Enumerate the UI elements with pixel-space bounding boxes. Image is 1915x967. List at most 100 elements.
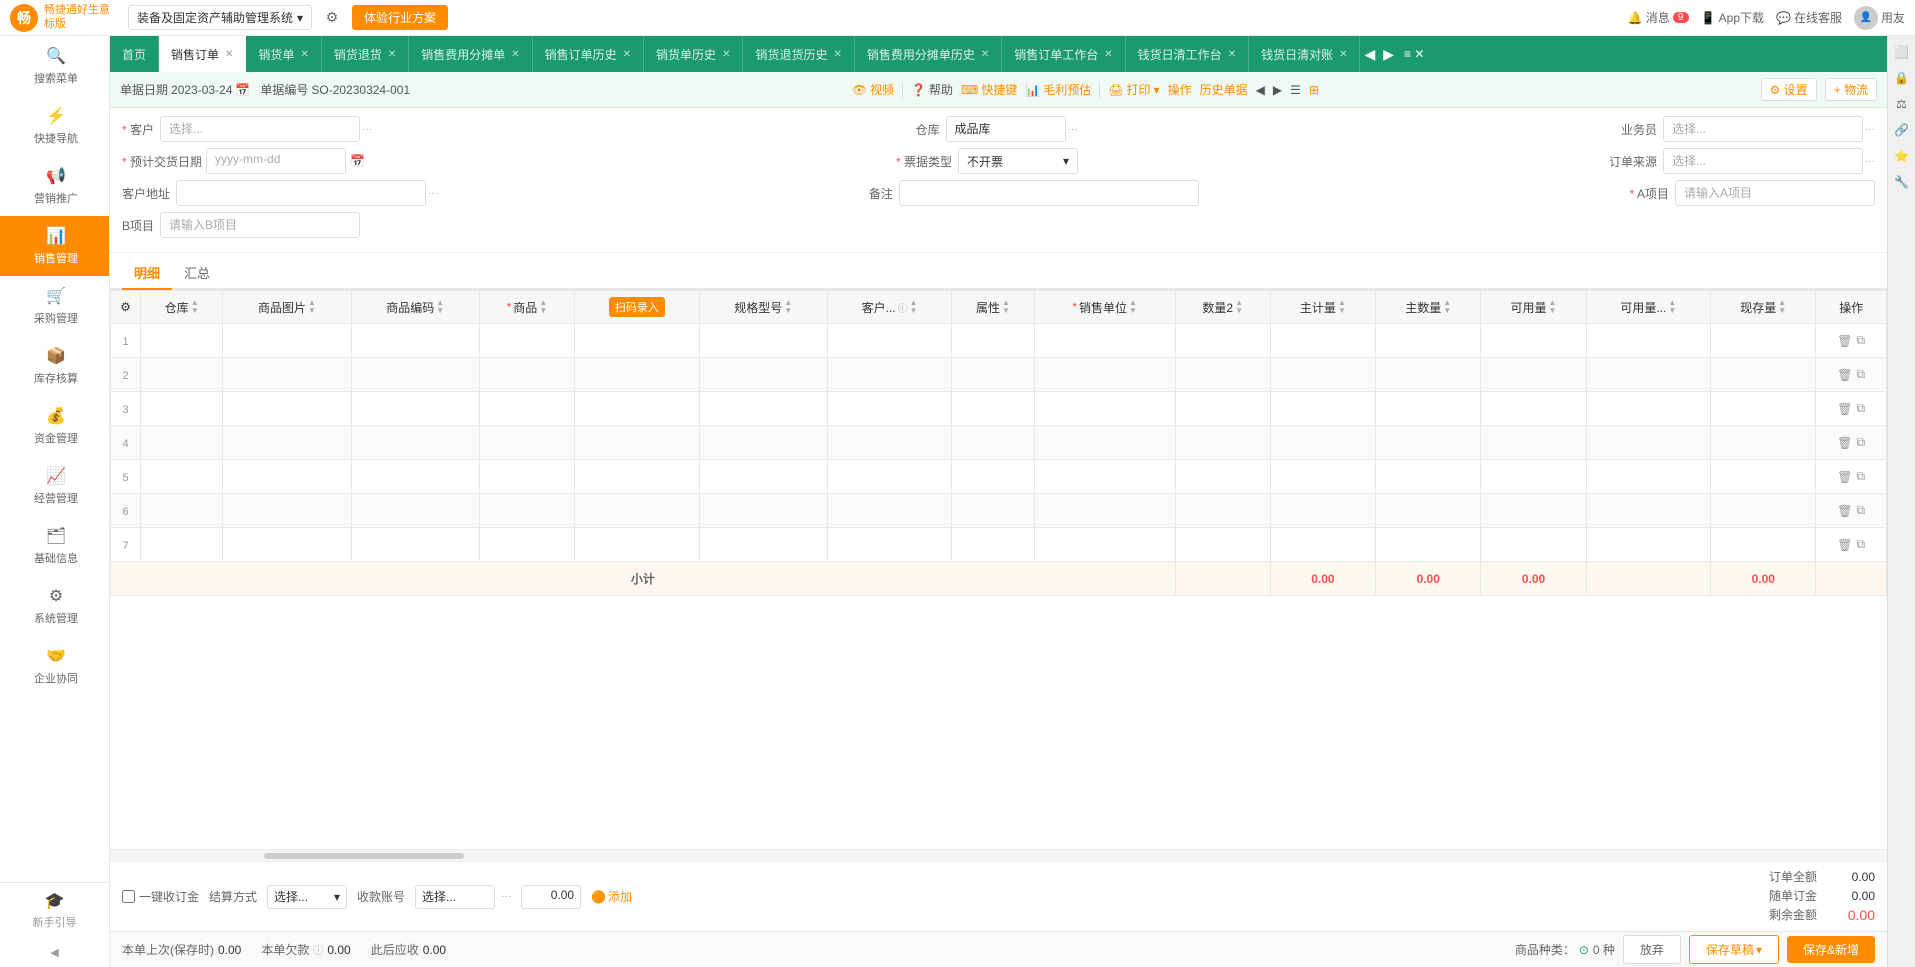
row-unit-3[interactable] (1034, 392, 1175, 426)
delete-icon-1[interactable]: 🗑 (1837, 334, 1852, 348)
row-spec-5[interactable] (699, 460, 827, 494)
sort-arrows-image[interactable]: ▲▼ (308, 299, 316, 315)
row-warehouse-4[interactable] (141, 426, 223, 460)
save-draft-button[interactable]: 保存草稿 ▾ (1689, 935, 1779, 964)
tab-expense-history[interactable]: 销售费用分摊单历史 ✕ (855, 36, 1002, 72)
row-main-unit-1[interactable] (1270, 324, 1375, 358)
sort-arrows-goods[interactable]: ▲▼ (539, 299, 547, 315)
row-code-6[interactable] (351, 494, 479, 528)
sidebar-item-basic-info[interactable]: 🗂 基础信息 (0, 516, 109, 576)
scan-button[interactable]: 扫码录入 (609, 297, 665, 317)
tab-sales-history[interactable]: 销售订单历史 ✕ (533, 36, 644, 72)
goods-count-value[interactable]: ⊙ (1579, 943, 1589, 957)
sort-arrows-available[interactable]: ▲▼ (1549, 299, 1557, 315)
row-customer-code-1[interactable] (827, 324, 951, 358)
row-attr-4[interactable] (952, 426, 1034, 460)
row-main-qty-3[interactable] (1376, 392, 1481, 426)
sidebar-item-inventory[interactable]: 📦 库存核算 (0, 336, 109, 396)
tab-close-sales-invoice[interactable]: ✕ (300, 49, 308, 60)
row-main-unit-5[interactable] (1270, 460, 1375, 494)
row-warehouse-3[interactable] (141, 392, 223, 426)
row-warehouse-1[interactable] (141, 324, 223, 358)
sort-arrows-code[interactable]: ▲▼ (436, 299, 444, 315)
tab-sales-invoice[interactable]: 销货单 ✕ (246, 36, 321, 72)
tab-sales-order[interactable]: 销售订单 ✕ (159, 36, 246, 72)
sidebar-item-search[interactable]: 🔍 搜索菜单 (0, 36, 109, 96)
row-unit-2[interactable] (1034, 358, 1175, 392)
row-code-7[interactable] (351, 528, 479, 562)
sidebar-item-collapse[interactable]: ◀ (0, 938, 109, 967)
tab-order-workbench[interactable]: 销售订单工作台 ✕ (1002, 36, 1125, 72)
row-goods-5[interactable] (479, 460, 574, 494)
tab-sales-return[interactable]: 销货退货 ✕ (322, 36, 409, 72)
sidebar-item-sales[interactable]: 📊 销售管理 (0, 216, 109, 276)
row-qty2-5[interactable] (1175, 460, 1270, 494)
row-main-qty-4[interactable] (1376, 426, 1481, 460)
discard-button[interactable]: 放弃 (1623, 935, 1681, 964)
sort-arrows-unit[interactable]: ▲▼ (1129, 299, 1137, 315)
copy-icon-1[interactable]: ⧉ (1857, 333, 1866, 348)
row-goods-3[interactable] (479, 392, 574, 426)
tab-invoice-history[interactable]: 销货单历史 ✕ (644, 36, 743, 72)
row-warehouse-6[interactable] (141, 494, 223, 528)
system-title[interactable]: 装备及固定资产辅助管理系统 ▾ (128, 5, 312, 30)
sort-arrows-available2[interactable]: ▲▼ (1668, 299, 1676, 315)
sidebar-item-purchase[interactable]: 🛒 采购管理 (0, 276, 109, 336)
toolbar-grid-view[interactable]: ⊞ (1309, 83, 1319, 97)
row-attr-7[interactable] (952, 528, 1034, 562)
row-warehouse-5[interactable] (141, 460, 223, 494)
row-code-1[interactable] (351, 324, 479, 358)
row-attr-3[interactable] (952, 392, 1034, 426)
row-main-qty-7[interactable] (1376, 528, 1481, 562)
row-main-unit-2[interactable] (1270, 358, 1375, 392)
settings-button[interactable]: ⚙ 设置 (1761, 78, 1817, 101)
notification-item[interactable]: 🔔 消息 9 (1628, 9, 1689, 26)
row-customer-code-7[interactable] (827, 528, 951, 562)
app-download[interactable]: 📱 App下载 (1701, 9, 1764, 26)
sidebar-item-nav[interactable]: ⚡ 快捷导航 (0, 96, 109, 156)
sort-arrows-spec[interactable]: ▲▼ (784, 299, 792, 315)
calendar-icon[interactable]: 📅 (235, 83, 250, 97)
sort-arrows-customer-code[interactable]: ▲▼ (910, 299, 918, 315)
online-service[interactable]: 💬 在线客服 (1776, 9, 1842, 26)
row-attr-2[interactable] (952, 358, 1034, 392)
add-goods-button[interactable]: + 物流 (1825, 78, 1877, 101)
row-unit-5[interactable] (1034, 460, 1175, 494)
tab-close-invoice-history[interactable]: ✕ (722, 49, 730, 60)
row-customer-code-3[interactable] (827, 392, 951, 426)
tab-close-sales-history[interactable]: ✕ (623, 49, 631, 60)
toolbar-history[interactable]: 历史单据 (1200, 81, 1248, 98)
row-code-5[interactable] (351, 460, 479, 494)
sidebar-item-enterprise[interactable]: 🤝 企业协同 (0, 636, 109, 696)
sort-arrows-stock[interactable]: ▲▼ (1778, 299, 1786, 315)
toolbar-shortcut[interactable]: ⌨ 快捷键 (961, 81, 1017, 98)
row-attr-6[interactable] (952, 494, 1034, 528)
row-customer-code-2[interactable] (827, 358, 951, 392)
th-settings[interactable]: ⚙ (111, 291, 141, 324)
account-select[interactable]: 选择... (415, 885, 495, 909)
tab-cash-reconcile[interactable]: 钱货日清对账 ✕ (1249, 36, 1360, 72)
row-customer-code-4[interactable] (827, 426, 951, 460)
tab-prev-arrow[interactable]: ◀ (1360, 46, 1379, 63)
order-source-input[interactable]: 选择... (1663, 148, 1863, 174)
row-main-qty-1[interactable] (1376, 324, 1481, 358)
row-attr-5[interactable] (952, 460, 1034, 494)
row-unit-7[interactable] (1034, 528, 1175, 562)
right-tool-2[interactable]: 🔒 (1890, 66, 1914, 90)
row-main-qty-5[interactable] (1376, 460, 1481, 494)
tab-close-sales-order[interactable]: ✕ (225, 49, 233, 60)
sort-arrows-main-unit[interactable]: ▲▼ (1338, 299, 1346, 315)
row-main-unit-6[interactable] (1270, 494, 1375, 528)
row-code-4[interactable] (351, 426, 479, 460)
row-goods-1[interactable] (479, 324, 574, 358)
row-qty2-7[interactable] (1175, 528, 1270, 562)
toolbar-profit[interactable]: 📊 毛利预估 (1025, 81, 1091, 98)
row-qty2-6[interactable] (1175, 494, 1270, 528)
tab-home[interactable]: 首页 (110, 36, 159, 72)
invoice-type-select[interactable]: 不开票 ▾ (958, 148, 1078, 174)
row-qty2-1[interactable] (1175, 324, 1270, 358)
add-payment-btn[interactable]: 🟠 添加 (591, 888, 632, 905)
copy-icon-7[interactable]: ⧉ (1857, 537, 1866, 552)
info-icon[interactable]: ⓘ (898, 300, 908, 315)
info-icon-owe[interactable]: ⓘ (313, 942, 323, 957)
